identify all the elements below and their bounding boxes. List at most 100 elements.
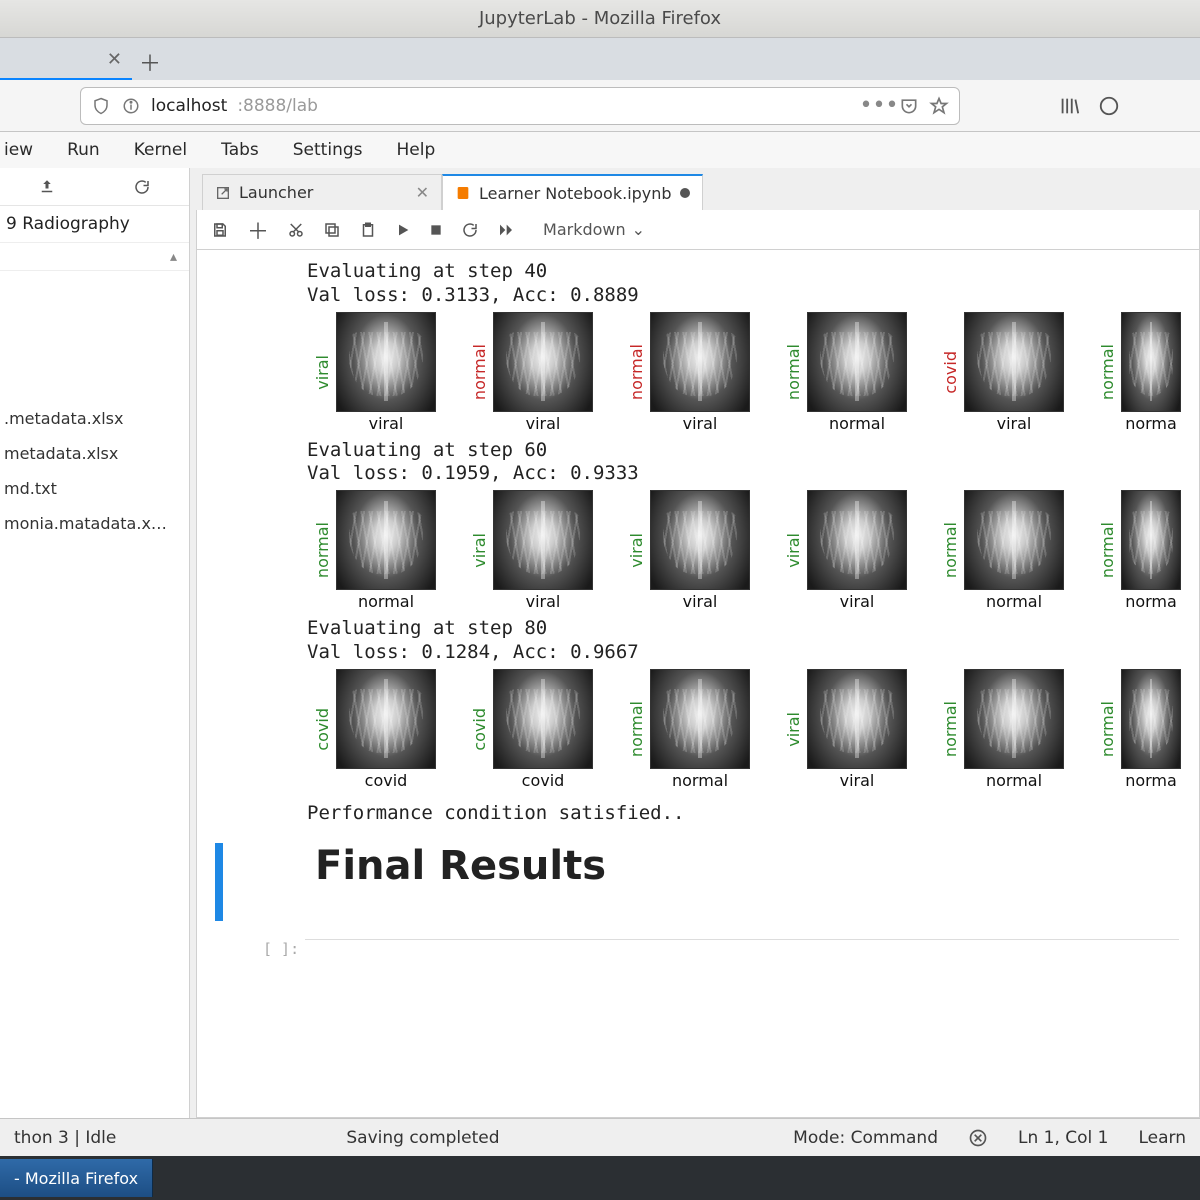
prediction-row: viralviralnormalviralnormalviralnormalno… bbox=[307, 308, 1199, 439]
add-cell-icon[interactable]: ＋ bbox=[247, 214, 269, 246]
true-label: normal bbox=[358, 592, 414, 611]
stop-icon[interactable] bbox=[429, 223, 443, 237]
predicted-label: normal bbox=[627, 701, 646, 757]
true-label: norma bbox=[1125, 592, 1177, 611]
true-label: viral bbox=[369, 414, 404, 433]
notebook-toolbar: ＋ Markdown ⌄ bbox=[196, 210, 1200, 250]
markdown-cell[interactable]: Final Results bbox=[197, 843, 1199, 921]
file-item[interactable]: md.txt bbox=[0, 471, 189, 506]
mode-status: Mode: Command bbox=[793, 1128, 938, 1148]
breadcrumb[interactable]: 9 Radiography bbox=[0, 206, 189, 243]
predicted-label: normal bbox=[941, 522, 960, 578]
upload-icon[interactable] bbox=[38, 178, 56, 196]
close-icon[interactable]: ✕ bbox=[416, 183, 429, 202]
predicted-label: viral bbox=[784, 712, 803, 747]
info-icon[interactable] bbox=[121, 96, 141, 116]
url-path: :8888/lab bbox=[237, 96, 318, 116]
predicted-label: normal bbox=[1098, 344, 1117, 400]
predicted-label: normal bbox=[784, 344, 803, 400]
save-icon[interactable] bbox=[211, 221, 229, 239]
empty-code-cell[interactable]: [ ]: bbox=[197, 935, 1199, 963]
prediction-cell: covid covid bbox=[313, 669, 436, 790]
file-item[interactable]: monia.matadata.x… bbox=[0, 506, 189, 541]
predicted-label: viral bbox=[313, 355, 332, 390]
prediction-cell: normalnormal bbox=[627, 669, 750, 790]
menu-help[interactable]: Help bbox=[393, 134, 440, 166]
save-status: Saving completed bbox=[346, 1128, 499, 1148]
true-label: normal bbox=[829, 414, 885, 433]
prediction-cell: viralviral bbox=[627, 490, 750, 611]
true-label: norma bbox=[1125, 771, 1177, 790]
run-all-icon[interactable] bbox=[497, 222, 515, 238]
tab-label: Launcher bbox=[239, 183, 313, 202]
refresh-icon[interactable] bbox=[133, 178, 151, 196]
true-label: viral bbox=[997, 414, 1032, 433]
file-browser-toolbar bbox=[0, 168, 189, 206]
true-label: norma bbox=[1125, 414, 1177, 433]
prediction-cell: viralviral bbox=[470, 490, 593, 611]
menu-kernel[interactable]: Kernel bbox=[130, 134, 191, 166]
new-tab-button[interactable]: ＋ bbox=[132, 44, 168, 80]
predicted-label: normal bbox=[470, 344, 489, 400]
paste-icon[interactable] bbox=[359, 221, 377, 239]
pocket-icon[interactable] bbox=[899, 96, 919, 116]
browser-tabstrip: ✕ ＋ bbox=[0, 38, 1200, 80]
xray-thumbnail bbox=[493, 669, 593, 769]
restart-icon[interactable] bbox=[461, 221, 479, 239]
notebook-body[interactable]: Evaluating at step 40Val loss: 0.3133, A… bbox=[196, 250, 1200, 1118]
predicted-label: covid bbox=[941, 351, 960, 394]
unsaved-dot-icon bbox=[680, 188, 690, 198]
true-label: viral bbox=[840, 771, 875, 790]
browser-tab[interactable]: ✕ bbox=[0, 40, 132, 80]
menu-run[interactable]: Run bbox=[63, 134, 104, 166]
run-icon[interactable] bbox=[395, 222, 411, 238]
cursor-position: Ln 1, Col 1 bbox=[1018, 1128, 1109, 1148]
true-label: covid bbox=[365, 771, 408, 790]
taskbar-firefox-button[interactable]: - Mozilla Firefox bbox=[0, 1159, 153, 1197]
predicted-label: viral bbox=[784, 533, 803, 568]
prediction-cell: normalviral bbox=[627, 312, 750, 433]
file-sort-toggle[interactable]: ▴ bbox=[0, 243, 189, 271]
predicted-label: covid bbox=[470, 708, 489, 751]
tab-launcher[interactable]: Launcher ✕ bbox=[202, 174, 442, 210]
shield-icon[interactable] bbox=[91, 96, 111, 116]
cell-type-label: Markdown bbox=[543, 220, 626, 239]
status-right: Learn bbox=[1138, 1128, 1186, 1148]
file-item[interactable]: metadata.xlsx bbox=[0, 436, 189, 471]
copy-icon[interactable] bbox=[323, 221, 341, 239]
final-results-heading: Final Results bbox=[315, 843, 606, 921]
xray-thumbnail bbox=[964, 490, 1064, 590]
account-icon[interactable] bbox=[1098, 95, 1120, 117]
bookmark-icon[interactable] bbox=[929, 96, 949, 116]
menu-tabs[interactable]: Tabs bbox=[217, 134, 263, 166]
url-host: localhost bbox=[151, 96, 227, 116]
eval-metrics: Val loss: 0.3133, Acc: 0.8889 bbox=[307, 284, 1199, 308]
tab-notebook[interactable]: Learner Notebook.ipynb bbox=[442, 174, 703, 210]
eval-metrics: Val loss: 0.1284, Acc: 0.9667 bbox=[307, 641, 1199, 665]
predicted-label: covid bbox=[313, 708, 332, 751]
cut-icon[interactable] bbox=[287, 221, 305, 239]
jupyter-menubar: iew Run Kernel Tabs Settings Help bbox=[0, 132, 1200, 168]
predicted-label: normal bbox=[941, 701, 960, 757]
true-label: normal bbox=[986, 592, 1042, 611]
xray-thumbnail bbox=[493, 490, 593, 590]
menu-settings[interactable]: Settings bbox=[289, 134, 367, 166]
cell-type-select[interactable]: Markdown ⌄ bbox=[543, 220, 645, 239]
trust-icon[interactable] bbox=[968, 1128, 988, 1148]
predicted-label: normal bbox=[313, 522, 332, 578]
performance-message: Performance condition satisfied.. bbox=[307, 802, 1199, 826]
xray-thumbnail bbox=[807, 490, 907, 590]
prediction-cell: covid viral bbox=[941, 312, 1064, 433]
kernel-status[interactable]: thon 3 | Idle bbox=[14, 1128, 116, 1148]
file-item[interactable]: .metadata.xlsx bbox=[0, 401, 189, 436]
window-title: JupyterLab - Mozilla Firefox bbox=[479, 8, 721, 29]
close-icon[interactable]: ✕ bbox=[107, 49, 122, 70]
menu-view[interactable]: iew bbox=[0, 134, 37, 166]
eval-header: Evaluating at step 60 bbox=[307, 439, 1199, 463]
xray-thumbnail bbox=[964, 312, 1064, 412]
address-bar[interactable]: localhost :8888/lab ••• bbox=[80, 87, 960, 125]
eval-header: Evaluating at step 80 bbox=[307, 617, 1199, 641]
library-icon[interactable] bbox=[1058, 95, 1080, 117]
prediction-cell: normalnormal bbox=[941, 669, 1064, 790]
more-icon[interactable]: ••• bbox=[869, 96, 889, 116]
